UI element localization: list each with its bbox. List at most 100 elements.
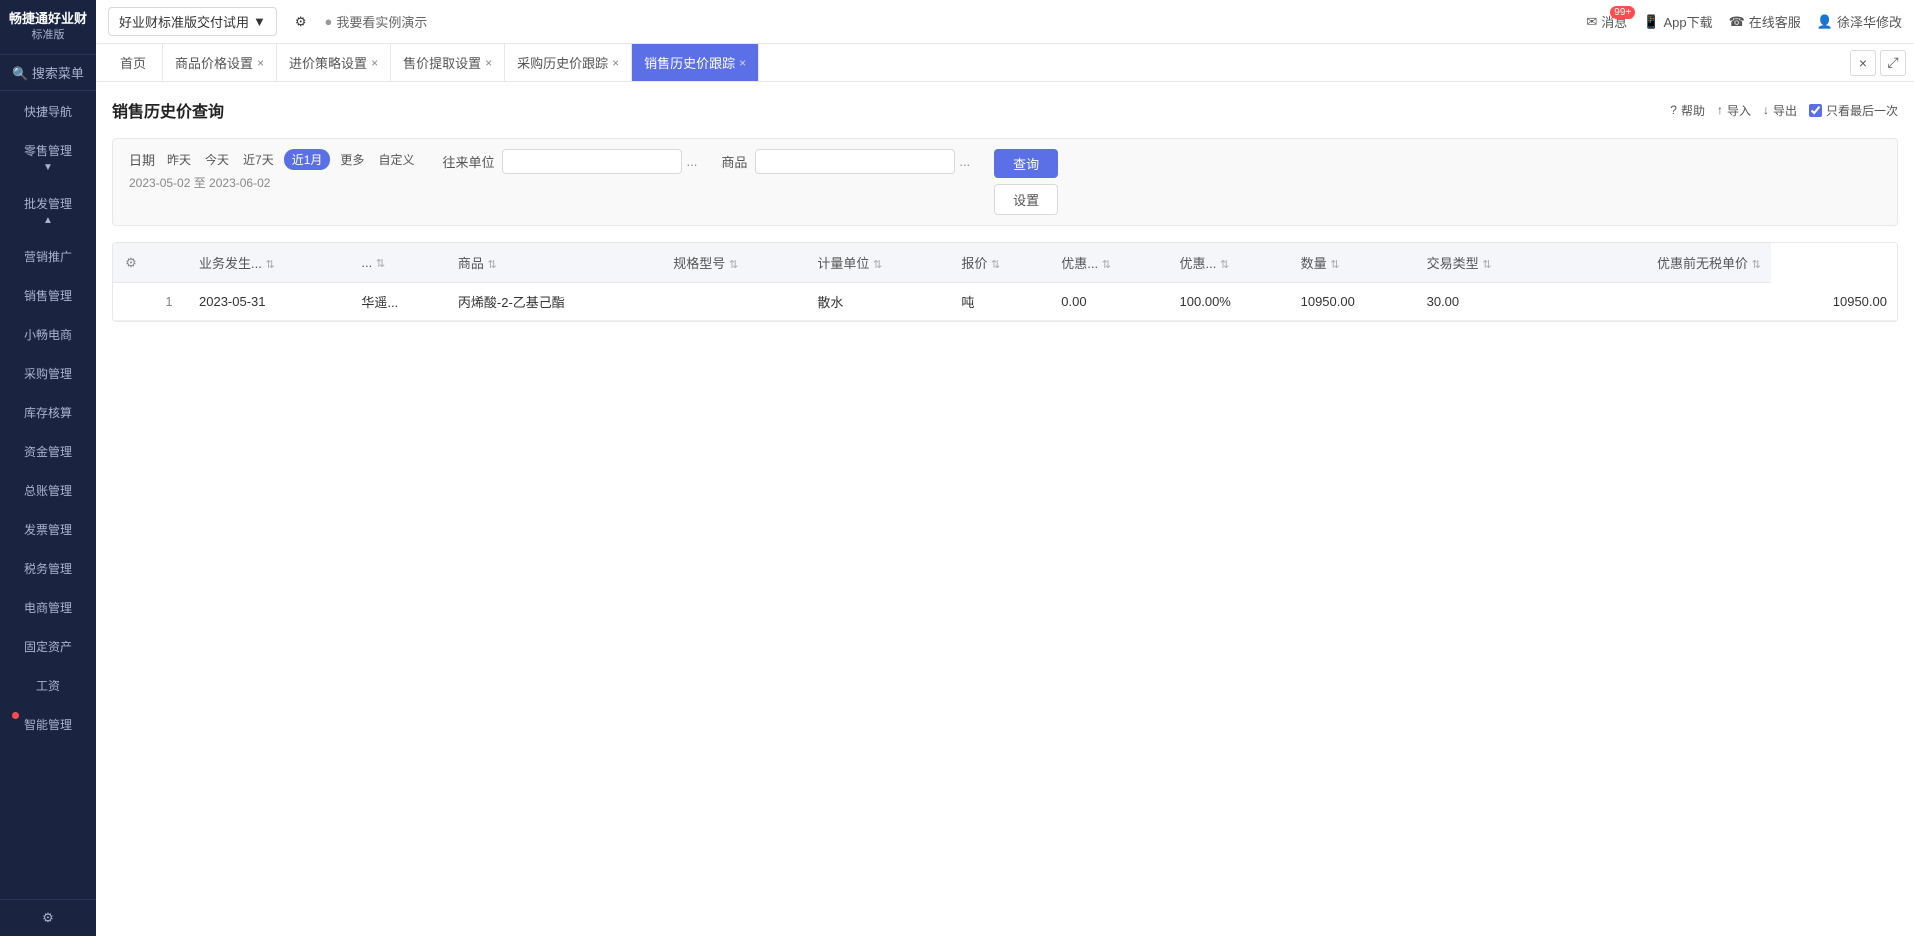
topbar: 好业财标准版交付试用 ▼ ⚙ ● 我要看实例演示 ✉ 消息 99+ 📱 App下…: [96, 0, 1914, 44]
date-option-7days[interactable]: 近7天: [239, 149, 278, 170]
tab-expand-btn[interactable]: ⤢: [1880, 50, 1906, 76]
tab-product-price[interactable]: 商品价格设置 ×: [163, 44, 277, 82]
demo-btn[interactable]: ● 我要看实例演示: [325, 12, 428, 31]
col-discount1[interactable]: 优惠... ⇅: [1051, 243, 1169, 283]
export-btn[interactable]: ↓ 导出: [1763, 102, 1797, 119]
sidebar-item-purchase[interactable]: 采购管理: [0, 353, 96, 392]
from-unit-input-group: ...: [502, 149, 697, 174]
sidebar-item-quick-nav[interactable]: 快捷导航: [0, 91, 96, 130]
sidebar-search[interactable]: 🔍 搜索菜单: [0, 55, 96, 91]
app-download-label: App下载: [1663, 12, 1712, 31]
tab-purchase-strategy-close[interactable]: ×: [371, 56, 378, 70]
row-product-cell: 丙烯酸-2-乙基己酯: [448, 283, 663, 321]
help-icon: ?: [1670, 103, 1677, 117]
user-item[interactable]: 👤 徐泽华修改: [1817, 12, 1902, 31]
app-download-icon: 📱: [1643, 14, 1659, 30]
col-price-sort-icon: ⇅: [991, 259, 1000, 271]
logo-title: 畅捷通好业财: [8, 10, 88, 28]
date-option-yesterday[interactable]: 昨天: [163, 149, 195, 170]
col-more-sort-icon: ⇅: [376, 258, 385, 270]
sidebar-item-ledger[interactable]: 总账管理: [0, 470, 96, 509]
tab-home[interactable]: 首页: [104, 44, 163, 82]
tab-purchase-history[interactable]: 采购历史价跟踪 ×: [505, 44, 632, 82]
purchase-label: 采购管理: [4, 365, 92, 382]
settings-btn[interactable]: ⚙: [285, 10, 317, 34]
col-more-label: ...: [361, 255, 372, 270]
tab-sales-history-label: 销售历史价跟踪: [644, 53, 735, 72]
sales-label: 销售管理: [4, 287, 92, 304]
online-service-item[interactable]: ☎ 在线客服: [1729, 12, 1801, 31]
col-more[interactable]: ... ⇅: [351, 243, 447, 283]
date-option-custom[interactable]: 自定义: [374, 149, 418, 170]
sidebar-item-finance[interactable]: 资金管理: [0, 431, 96, 470]
col-date[interactable]: 业务发生... ⇅: [189, 243, 351, 283]
row-price-unit-cell: 吨: [951, 283, 1051, 321]
only-last-checkbox[interactable]: [1809, 104, 1822, 117]
sidebar-item-fixed-assets[interactable]: 固定资产: [0, 626, 96, 665]
sidebar-item-ecom-small[interactable]: 小畅电商: [0, 314, 96, 353]
from-unit-more-btn[interactable]: ...: [686, 154, 697, 169]
row-num-cell: 1: [149, 283, 189, 321]
tab-close-btn[interactable]: ×: [1850, 50, 1876, 76]
product-filter-group: 商品 ...: [721, 149, 970, 174]
user-avatar-icon: 👤: [1817, 14, 1833, 30]
fixed-assets-label: 固定资产: [4, 638, 92, 655]
sidebar-item-invoice[interactable]: 发票管理: [0, 509, 96, 548]
tab-product-price-close[interactable]: ×: [257, 56, 264, 70]
col-discount2-label: 优惠...: [1180, 256, 1217, 271]
from-unit-input[interactable]: [502, 149, 682, 174]
only-last-checkbox-label[interactable]: 只看最后一次: [1809, 102, 1898, 119]
tab-sale-price-close[interactable]: ×: [485, 56, 492, 70]
sidebar-item-ecom[interactable]: 电商管理: [0, 587, 96, 626]
ecom-small-label: 小畅电商: [4, 326, 92, 343]
col-unit-label: 计量单位: [817, 256, 869, 271]
messages-item[interactable]: ✉ 消息 99+: [1586, 12, 1627, 31]
sidebar-item-marketing[interactable]: 营销推广: [0, 236, 96, 275]
product-input[interactable]: [755, 149, 955, 174]
export-icon: ↓: [1763, 103, 1769, 117]
row-trade-type-cell: [1561, 283, 1771, 321]
product-more-btn[interactable]: ...: [959, 154, 970, 169]
tab-purchase-strategy[interactable]: 进价策略设置 ×: [277, 44, 391, 82]
help-btn[interactable]: ? 帮助: [1670, 102, 1705, 119]
sidebar-item-smart[interactable]: 智能管理: [0, 704, 96, 743]
date-option-1month[interactable]: 近1月: [284, 149, 331, 170]
ecom-label: 电商管理: [4, 599, 92, 616]
col-discount2[interactable]: 优惠... ⇅: [1170, 243, 1291, 283]
sidebar-settings[interactable]: ⚙: [0, 899, 96, 936]
row-date-cell: 2023-05-31: [189, 283, 351, 321]
sidebar-item-inventory[interactable]: 库存核算: [0, 392, 96, 431]
date-option-more[interactable]: 更多: [336, 149, 368, 170]
date-filter-label: 日期: [129, 150, 155, 169]
row-more-cell: 华遥...: [351, 283, 447, 321]
col-no-tax-price[interactable]: 优惠前无税单价 ⇅: [1561, 243, 1771, 283]
settings-btn-filter[interactable]: 设置: [994, 184, 1058, 215]
date-option-today[interactable]: 今天: [201, 149, 233, 170]
sidebar-item-wholesale[interactable]: 批发管理 ▲: [0, 183, 96, 236]
query-btn[interactable]: 查询: [994, 149, 1058, 178]
tab-purchase-history-close[interactable]: ×: [612, 56, 619, 70]
col-unit-sort-icon: ⇅: [873, 259, 882, 271]
col-product[interactable]: 商品 ⇅: [448, 243, 663, 283]
col-qty[interactable]: 数量 ⇅: [1291, 243, 1417, 283]
version-selector[interactable]: 好业财标准版交付试用 ▼: [108, 7, 277, 36]
col-unit[interactable]: 计量单位 ⇅: [807, 243, 951, 283]
tab-sales-history-close[interactable]: ×: [739, 56, 746, 70]
table-settings-icon[interactable]: ⚙: [125, 255, 137, 270]
col-trade-type[interactable]: 交易类型 ⇅: [1417, 243, 1561, 283]
table-row: 1 2023-05-31 华遥... 丙烯酸-2-乙基己酯 散水 吨 0.00 …: [113, 283, 1897, 321]
sidebar-item-tax[interactable]: 税务管理: [0, 548, 96, 587]
app-download-item[interactable]: 📱 App下载: [1643, 12, 1712, 31]
col-price[interactable]: 报价 ⇅: [951, 243, 1051, 283]
sidebar-item-sales[interactable]: 销售管理: [0, 275, 96, 314]
col-price-label: 报价: [961, 256, 987, 271]
sidebar-item-retail[interactable]: 零售管理 ▼: [0, 130, 96, 183]
col-spec[interactable]: 规格型号 ⇅: [663, 243, 807, 283]
sidebar-item-salary[interactable]: 工资: [0, 665, 96, 704]
import-btn[interactable]: ↑ 导入: [1717, 102, 1751, 119]
sidebar-settings-icon: ⚙: [42, 910, 54, 925]
tab-sales-history[interactable]: 销售历史价跟踪 ×: [632, 44, 759, 82]
tab-sale-price[interactable]: 售价提取设置 ×: [391, 44, 505, 82]
col-spec-label: 规格型号: [673, 256, 725, 271]
invoice-label: 发票管理: [4, 521, 92, 538]
